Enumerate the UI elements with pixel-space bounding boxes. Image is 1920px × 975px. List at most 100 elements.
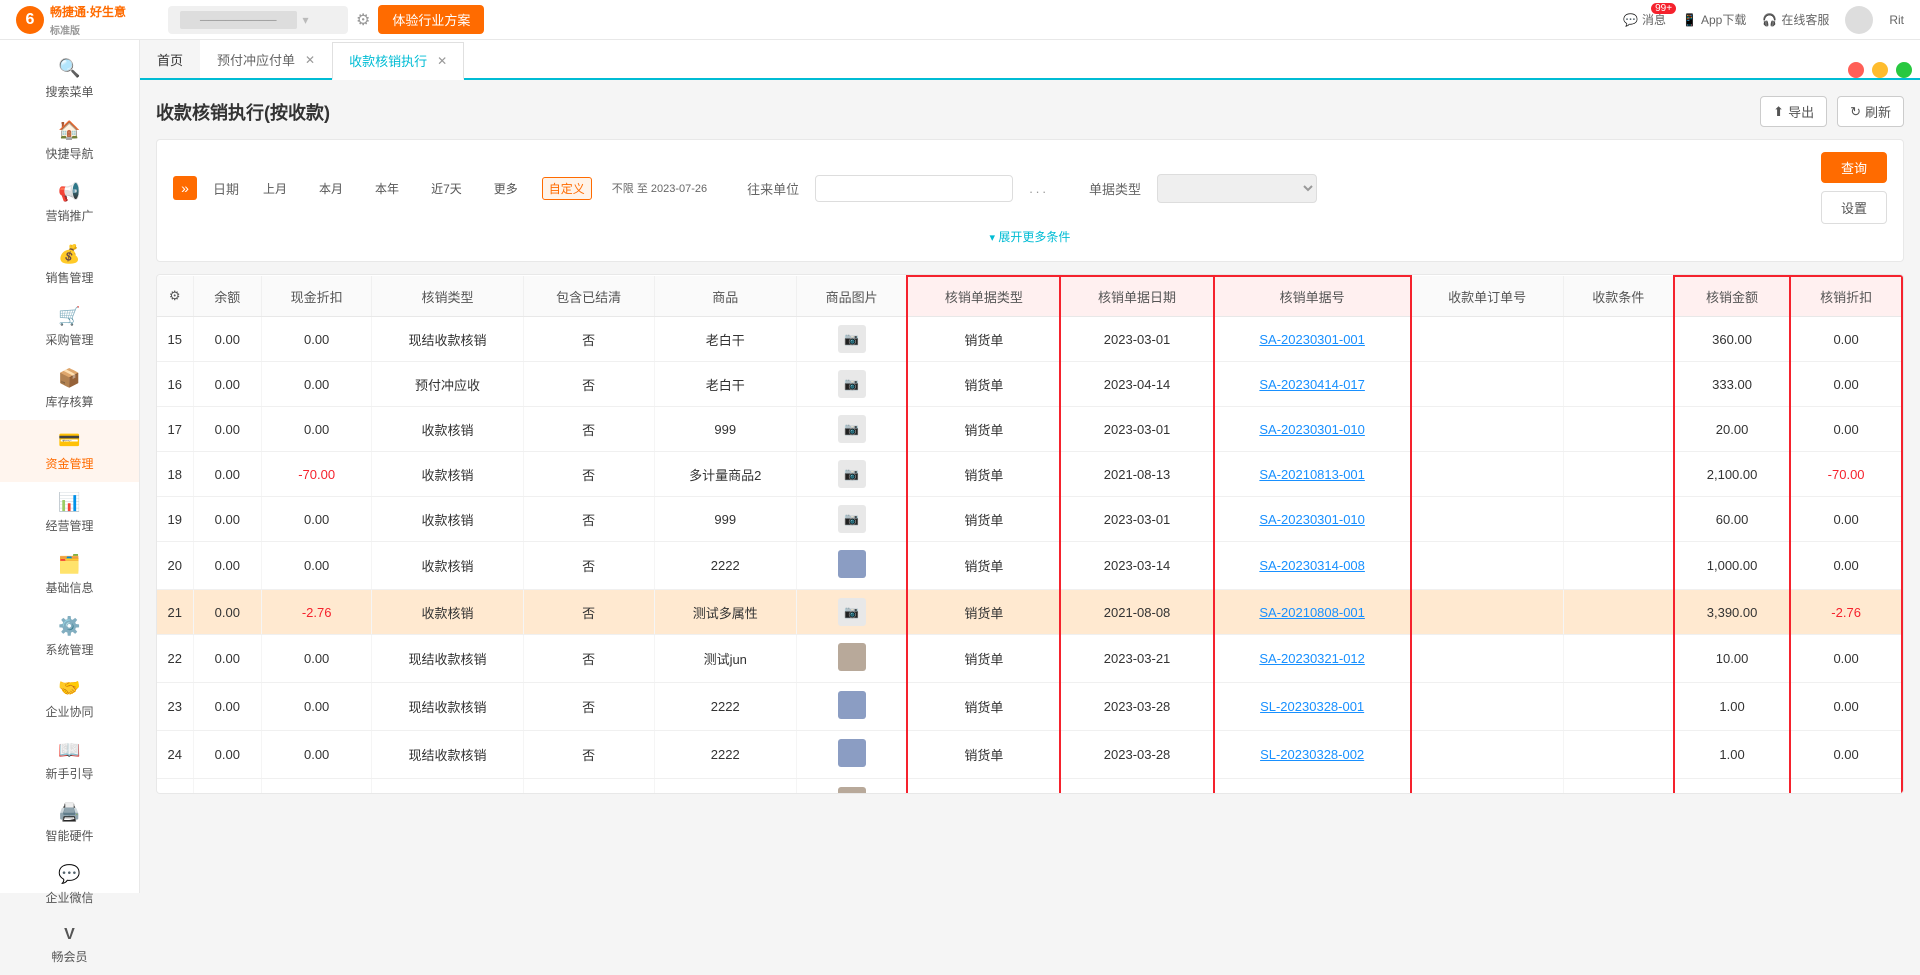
- td-doc-no[interactable]: SA-20230301-010: [1214, 407, 1411, 452]
- td-balance: 0.00: [193, 407, 262, 452]
- td-product-img: 📷: [796, 590, 907, 635]
- refresh-btn[interactable]: ↻ 刷新: [1837, 96, 1904, 127]
- td-receipt-order: [1411, 542, 1563, 590]
- gear-icon[interactable]: ⚙: [356, 10, 370, 30]
- td-receipt-order: [1411, 590, 1563, 635]
- tab-receipt[interactable]: 收款核销执行 ✕: [332, 42, 464, 80]
- td-doc-no[interactable]: SA-20230414-017: [1214, 362, 1411, 407]
- td-doc-no[interactable]: SA-20230331-026: [1214, 779, 1411, 795]
- doc-no-link[interactable]: SA-20230301-010: [1259, 512, 1365, 527]
- sidebar-item-search[interactable]: 🔍 搜索菜单: [0, 48, 139, 110]
- th-settings[interactable]: ⚙: [157, 276, 193, 317]
- date-7days-btn[interactable]: 近7天: [423, 178, 470, 199]
- td-cash-discount: 0.00: [262, 317, 372, 362]
- sidebar-item-purchase[interactable]: 🛒 采购管理: [0, 296, 139, 358]
- td-product-img: [796, 542, 907, 590]
- tab-home[interactable]: 首页: [140, 40, 200, 78]
- doc-no-link[interactable]: SL-20230328-001: [1260, 699, 1364, 714]
- date-last-month-btn[interactable]: 上月: [255, 178, 295, 199]
- doc-no-link[interactable]: SA-20230301-001: [1259, 332, 1365, 347]
- td-cash-discount: 0.00: [262, 497, 372, 542]
- doc-type-select[interactable]: [1157, 174, 1317, 203]
- industry-solution-btn[interactable]: 体验行业方案: [378, 5, 484, 34]
- sidebar-item-guide[interactable]: 📖 新手引导: [0, 730, 139, 792]
- date-more-btn[interactable]: 更多: [486, 178, 526, 199]
- sidebar-item-marketing[interactable]: 📢 营销推广: [0, 172, 139, 234]
- sidebar-label-enterprise: 企业协同: [45, 703, 93, 720]
- doc-no-link[interactable]: SA-20230301-010: [1259, 422, 1365, 437]
- td-writeoff-type: 现结收款核销: [372, 731, 524, 779]
- doc-no-link[interactable]: SA-20230321-012: [1259, 651, 1365, 666]
- td-doc-type: 销货单: [907, 407, 1060, 452]
- partner-dots: ...: [1029, 181, 1049, 196]
- td-balance: 0.00: [193, 635, 262, 683]
- notification-item[interactable]: 💬 消息 99+: [1623, 11, 1666, 28]
- td-doc-date: 2021-08-08: [1060, 590, 1213, 635]
- th-include-settled: 包含已结清: [523, 276, 654, 317]
- td-writeoff-discount: 0.00: [1790, 362, 1902, 407]
- td-balance: 0.00: [193, 779, 262, 795]
- partner-input[interactable]: [815, 175, 1013, 202]
- tab-prepay-close[interactable]: ✕: [305, 53, 315, 67]
- sidebar-item-inventory[interactable]: 📦 库存核算: [0, 358, 139, 420]
- td-doc-no[interactable]: SL-20230328-002: [1214, 731, 1411, 779]
- td-doc-no[interactable]: SA-20230314-008: [1214, 542, 1411, 590]
- message-icon: 💬: [1623, 13, 1638, 27]
- sidebar-item-nav[interactable]: 🏠 快捷导航: [0, 110, 139, 172]
- sidebar-item-operations[interactable]: 📊 经营管理: [0, 482, 139, 544]
- td-receipt-order: [1411, 362, 1563, 407]
- td-doc-no[interactable]: SA-20230321-012: [1214, 635, 1411, 683]
- app-download-item[interactable]: 📱 App下载: [1682, 11, 1746, 28]
- td-doc-no[interactable]: SA-20230301-001: [1214, 317, 1411, 362]
- td-receipt-cond: [1563, 452, 1674, 497]
- sidebar-item-sales[interactable]: 💰 销售管理: [0, 234, 139, 296]
- sidebar-item-vip[interactable]: V 畅会员: [0, 916, 139, 975]
- doc-no-link[interactable]: SA-20210813-001: [1259, 467, 1365, 482]
- td-doc-type: 销货单: [907, 590, 1060, 635]
- online-service-item[interactable]: 🎧 在线客服: [1762, 11, 1829, 28]
- sidebar-item-hardware[interactable]: 🖨️ 智能硬件: [0, 792, 139, 854]
- td-balance: 0.00: [193, 497, 262, 542]
- tab-bar: 首页 预付冲应付单 ✕ 收款核销执行 ✕: [140, 40, 1920, 80]
- settings-btn[interactable]: 设置: [1821, 191, 1887, 224]
- export-btn[interactable]: ⬆ 导出: [1760, 96, 1827, 127]
- td-writeoff-amount: 2,100.00: [1674, 452, 1790, 497]
- sidebar-item-system[interactable]: ⚙️ 系统管理: [0, 606, 139, 668]
- td-include-settled: 否: [523, 362, 654, 407]
- td-product-img: 📷: [796, 362, 907, 407]
- expand-more-bar[interactable]: ▾ 展开更多条件: [173, 224, 1887, 249]
- td-doc-no[interactable]: SL-20230328-001: [1214, 683, 1411, 731]
- top-center: ───────── ▾ ⚙ 体验行业方案: [168, 5, 1611, 34]
- th-writeoff-discount: 核销折扣: [1790, 276, 1902, 317]
- sidebar-item-enterprise[interactable]: 🤝 企业协同: [0, 668, 139, 730]
- td-writeoff-amount: 3,390.00: [1674, 590, 1790, 635]
- td-doc-date: 2023-03-28: [1060, 683, 1213, 731]
- doc-no-link[interactable]: SA-20230314-008: [1259, 558, 1365, 573]
- filter-collapse-btn[interactable]: »: [173, 176, 197, 200]
- td-doc-no[interactable]: SA-20210813-001: [1214, 452, 1411, 497]
- tab-receipt-close[interactable]: ✕: [437, 54, 447, 68]
- td-doc-no[interactable]: SA-20230301-010: [1214, 497, 1411, 542]
- window-close-btn[interactable]: [1848, 62, 1864, 78]
- date-this-month-btn[interactable]: 本月: [311, 178, 351, 199]
- window-max-btn[interactable]: [1896, 62, 1912, 78]
- td-doc-no[interactable]: SA-20210808-001: [1214, 590, 1411, 635]
- td-num: 18: [157, 452, 193, 497]
- doc-no-link[interactable]: SA-20210808-001: [1259, 605, 1365, 620]
- window-min-btn[interactable]: [1872, 62, 1888, 78]
- td-receipt-order: [1411, 497, 1563, 542]
- sidebar-item-wechat[interactable]: 💬 企业微信: [0, 854, 139, 916]
- sidebar-item-finance[interactable]: 💳 资金管理: [0, 420, 139, 482]
- date-custom-btn[interactable]: 自定义: [542, 177, 592, 200]
- th-product-img: 商品图片: [796, 276, 907, 317]
- doc-no-link[interactable]: SA-20230414-017: [1259, 377, 1365, 392]
- tab-prepay[interactable]: 预付冲应付单 ✕: [200, 40, 332, 78]
- date-this-year-btn[interactable]: 本年: [367, 178, 407, 199]
- doc-no-link[interactable]: SL-20230328-002: [1260, 747, 1364, 762]
- td-doc-date: 2023-03-01: [1060, 317, 1213, 362]
- query-btn[interactable]: 查询: [1821, 152, 1887, 183]
- td-receipt-cond: [1563, 542, 1674, 590]
- sidebar-item-base[interactable]: 🗂️ 基础信息: [0, 544, 139, 606]
- page-header: 收款核销执行(按收款) ⬆ 导出 ↻ 刷新: [156, 96, 1904, 127]
- td-receipt-cond: [1563, 317, 1674, 362]
